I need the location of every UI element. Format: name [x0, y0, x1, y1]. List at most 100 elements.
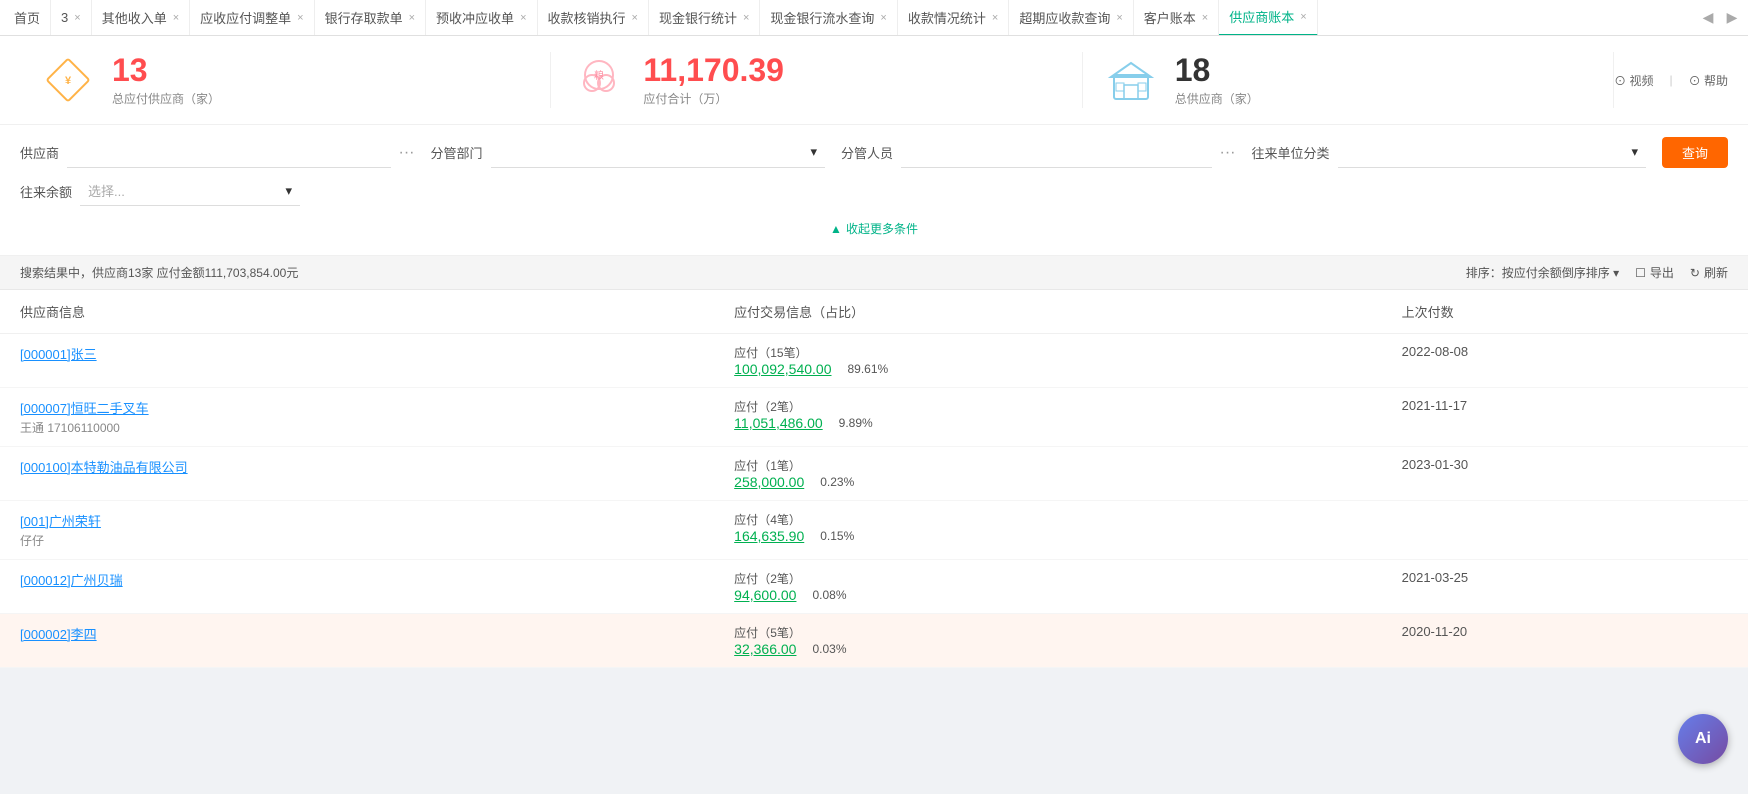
- pct-value: 0.23%: [820, 475, 854, 489]
- export-button[interactable]: ☐ 导出: [1635, 264, 1674, 281]
- ai-button[interactable]: Ai: [1678, 714, 1728, 764]
- nav-bank-deposit[interactable]: 银行存取款单 ×: [315, 0, 426, 36]
- nav-other-income[interactable]: 其他收入单 ×: [92, 0, 190, 36]
- nav-customer-ledger-label: 客户账本: [1144, 8, 1196, 27]
- nav-cash-flow-close[interactable]: ×: [880, 12, 886, 24]
- export-label: 导出: [1650, 264, 1674, 281]
- nav-next-arrow[interactable]: ▶: [1720, 0, 1744, 36]
- supplier-link[interactable]: [000001]张三: [20, 347, 97, 362]
- pct-value: 0.15%: [820, 529, 854, 543]
- filter-supplier: 供应商 ···: [20, 138, 415, 168]
- filter-person: 分管人员 ···: [841, 138, 1236, 168]
- table-row: [000012]广州贝瑞应付（2笔）94,600.000.08%2021-03-…: [0, 560, 1748, 614]
- amount-link[interactable]: 94,600.00: [734, 587, 796, 603]
- store-icon: [1103, 52, 1159, 108]
- nav-scroll: 首页 3 × 其他收入单 × 应收应付调整单 × 银行存取款单 × 预收冲应收单…: [4, 0, 1696, 36]
- nav-tab-3-close[interactable]: ×: [74, 12, 80, 24]
- amount-link[interactable]: 258,000.00: [734, 474, 804, 490]
- nav-cash-bank-stat-close[interactable]: ×: [743, 12, 749, 24]
- nav-cash-flow[interactable]: 现金银行流水查询 ×: [760, 0, 897, 36]
- nav-customer-ledger[interactable]: 客户账本 ×: [1134, 0, 1219, 36]
- tx-label: 应付: [734, 626, 758, 640]
- nav-advance-collect-label: 预收冲应收单: [436, 8, 514, 27]
- amount-link[interactable]: 164,635.90: [734, 528, 804, 544]
- nav-adjustment-close[interactable]: ×: [297, 12, 303, 24]
- tx-count: （5笔）: [758, 626, 801, 640]
- filter-unit-label: 往来单位分类: [1252, 143, 1330, 162]
- balance-select[interactable]: 选择... ▾: [80, 176, 300, 206]
- person-input[interactable]: [901, 138, 1212, 168]
- supplier-link[interactable]: [000100]本特勒油品有限公司: [20, 460, 188, 475]
- nav-advance-collect-close[interactable]: ×: [520, 12, 526, 24]
- tx-count: （15笔）: [758, 346, 807, 360]
- stat-total-suppliers: 18 总供应商（家）: [1083, 52, 1614, 108]
- help-label: 帮助: [1704, 74, 1728, 88]
- payment-date: 2022-08-08: [1402, 344, 1469, 359]
- stat-total-payable-label: 应付合计（万）: [643, 90, 784, 107]
- stat-total-suppliers-text: 18 总供应商（家）: [1175, 54, 1259, 107]
- tx-label: 应付: [734, 572, 758, 586]
- svg-text:¥: ¥: [65, 75, 72, 87]
- nav-overdue-query-close[interactable]: ×: [1116, 12, 1122, 24]
- nav-home[interactable]: 首页: [4, 0, 51, 36]
- stat-payable-label: 总应付供应商（家）: [112, 90, 220, 107]
- nav-tab-3[interactable]: 3 ×: [51, 0, 92, 36]
- supplier-dots[interactable]: ···: [399, 144, 415, 162]
- nav-collection-exec-close[interactable]: ×: [632, 12, 638, 24]
- video-label: 视频: [1629, 74, 1653, 88]
- nav-prev-arrow[interactable]: ◀: [1696, 0, 1720, 36]
- unit-select[interactable]: ▾: [1338, 138, 1646, 168]
- supplier-input[interactable]: [67, 138, 391, 168]
- filter-balance: 往来余额 选择... ▾: [20, 176, 300, 206]
- amount-link[interactable]: 100,092,540.00: [734, 361, 831, 377]
- nav-collection-exec[interactable]: 收款核销执行 ×: [538, 0, 649, 36]
- nav-advance-collect[interactable]: 预收冲应收单 ×: [426, 0, 537, 36]
- nav-overdue-query[interactable]: 超期应收款查询 ×: [1009, 0, 1133, 36]
- nav-adjustment-label: 应收应付调整单: [200, 8, 291, 27]
- tx-cell: 应付（1笔）258,000.000.23%: [714, 447, 1381, 501]
- nav-home-label: 首页: [14, 8, 40, 27]
- table-row: [001]广州荣轩仔仔应付（4笔）164,635.900.15%: [0, 501, 1748, 560]
- filter-balance-label: 往来余额: [20, 182, 72, 201]
- video-link[interactable]: ⊙ 视频: [1614, 72, 1653, 89]
- tx-count: （2笔）: [758, 400, 801, 414]
- nav-other-income-close[interactable]: ×: [173, 12, 179, 24]
- supplier-link[interactable]: [000002]李四: [20, 627, 97, 642]
- col-supplier-info: 供应商信息: [0, 290, 714, 334]
- dept-chevron-icon: ▾: [810, 144, 817, 160]
- nav-collection-stat[interactable]: 收款情况统计 ×: [898, 0, 1009, 36]
- stat-payable-suppliers-text: 13 总应付供应商（家）: [112, 54, 220, 107]
- refresh-button[interactable]: ↻ 刷新: [1690, 264, 1728, 281]
- nav-bank-deposit-close[interactable]: ×: [409, 12, 415, 24]
- sort-label: 排序：按应付余额倒序排序: [1466, 266, 1610, 280]
- amount-link[interactable]: 11,051,486.00: [734, 415, 823, 431]
- supplier-link[interactable]: [001]广州荣轩: [20, 514, 101, 529]
- nav-collection-stat-close[interactable]: ×: [992, 12, 998, 24]
- supplier-cell: [000012]广州贝瑞: [0, 560, 714, 614]
- supplier-cell: [000001]张三: [0, 334, 714, 388]
- dept-select[interactable]: ▾: [491, 138, 825, 168]
- amount-link[interactable]: 32,366.00: [734, 641, 796, 657]
- sort-button[interactable]: 排序：按应付余额倒序排序 ▾: [1466, 264, 1619, 281]
- filter-supplier-label: 供应商: [20, 143, 59, 162]
- search-button[interactable]: 查询: [1662, 137, 1728, 168]
- supplier-subinfo: 王通 17106110000: [20, 419, 694, 436]
- nav-cash-bank-stat[interactable]: 现金银行统计 ×: [649, 0, 760, 36]
- tx-label: 应付: [734, 513, 758, 527]
- help-link[interactable]: ⊙ 帮助: [1689, 72, 1728, 89]
- stat-actions: ⊙ 视频 | ⊙ 帮助: [1614, 72, 1728, 89]
- person-dots[interactable]: ···: [1220, 144, 1236, 162]
- nav-adjustment[interactable]: 应收应付调整单 ×: [190, 0, 314, 36]
- stat-total-suppliers-label: 总供应商（家）: [1175, 90, 1259, 107]
- refresh-label: 刷新: [1704, 264, 1728, 281]
- supplier-link[interactable]: [000007]恒旺二手叉车: [20, 401, 149, 416]
- nav-supplier-ledger-close[interactable]: ×: [1300, 11, 1306, 23]
- table-header: 供应商信息 应付交易信息（占比） 上次付数: [0, 290, 1748, 334]
- nav-supplier-ledger[interactable]: 供应商账本 ×: [1219, 0, 1317, 36]
- nav-customer-ledger-close[interactable]: ×: [1202, 12, 1208, 24]
- nav-collection-stat-label: 收款情况统计: [908, 8, 986, 27]
- collapse-button[interactable]: ▲ 收起更多条件: [814, 214, 934, 243]
- supplier-link[interactable]: [000012]广州贝瑞: [20, 573, 123, 588]
- tx-cell: 应付（2笔）11,051,486.009.89%: [714, 388, 1381, 447]
- nav-cash-bank-stat-label: 现金银行统计: [659, 8, 737, 27]
